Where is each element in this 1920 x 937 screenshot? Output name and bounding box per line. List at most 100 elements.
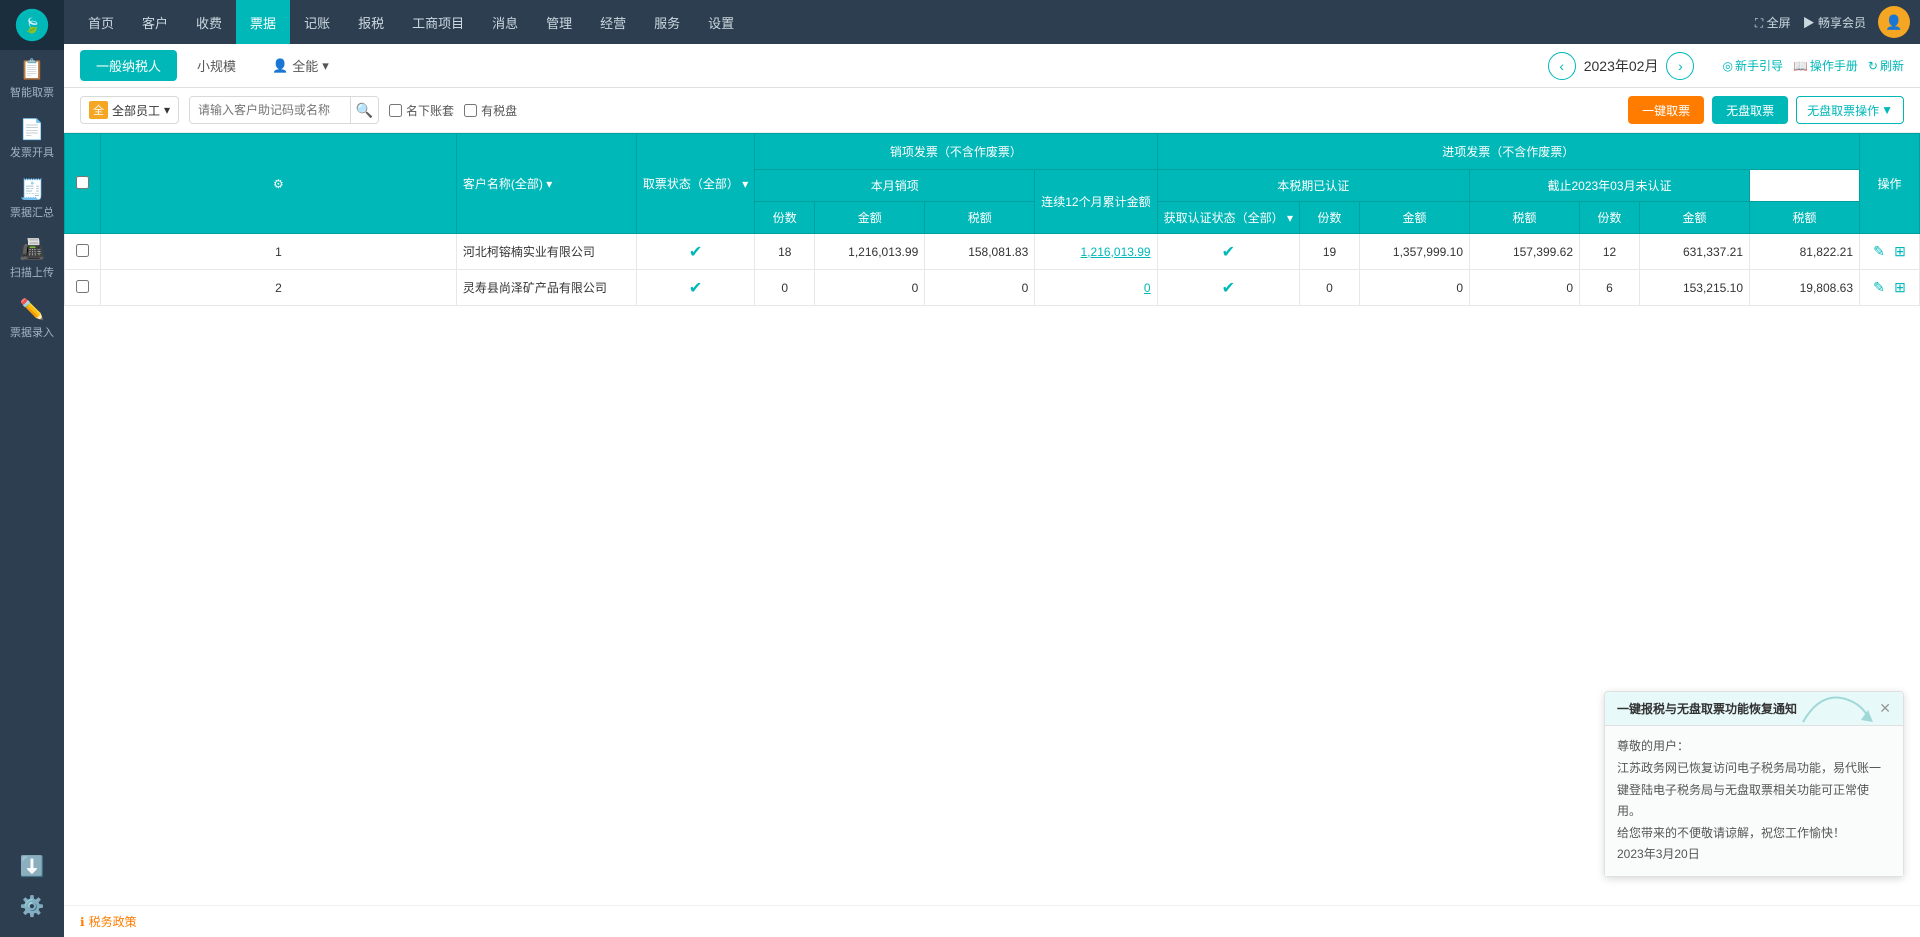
- no-disk-ops-btn[interactable]: 无盘取票操作 ▼: [1796, 96, 1904, 124]
- topnav-management[interactable]: 管理: [532, 0, 586, 44]
- data-entry-icon: ✏️: [20, 300, 45, 320]
- toolbar: 全 全部员工 ▾ 🔍 名下账套 有税盘 一键取票 无盘取票 无盘取票操作: [64, 88, 1920, 133]
- row-cumulative-1[interactable]: 0: [1035, 270, 1157, 306]
- table-gear-icon[interactable]: ⚙: [273, 177, 284, 191]
- topnav-settings[interactable]: 设置: [694, 0, 748, 44]
- col-settings-header: ⚙: [101, 134, 457, 234]
- employee-filter[interactable]: 全 全部员工 ▾: [80, 96, 179, 124]
- topnav-bookkeeping[interactable]: 记账: [290, 0, 344, 44]
- filter-chevron-icon: ▾: [164, 103, 170, 117]
- next-period-btn[interactable]: ›: [1666, 52, 1694, 80]
- row-checkbox-1: [65, 270, 101, 306]
- check-account-checkbox[interactable]: [389, 104, 402, 117]
- col-month-sales-header: 本月销项: [755, 170, 1035, 202]
- info-icon: ℹ: [80, 915, 85, 929]
- filter-tag: 全: [89, 101, 108, 119]
- row-tax3-1: 19,808.63: [1750, 270, 1860, 306]
- no-disk-fetch-btn[interactable]: 无盘取票: [1712, 96, 1788, 124]
- row-amount2-0: 1,357,999.10: [1360, 234, 1470, 270]
- row-index-0: 1: [101, 234, 457, 270]
- tab-all[interactable]: 👤 全能 ▾: [256, 50, 345, 81]
- col-operation-header: 操作: [1860, 134, 1920, 234]
- notification-body: 尊敬的用户： 江苏政务网已恢复访问电子税务局功能，易代账一键登陆电子税务局与无盘…: [1605, 726, 1903, 876]
- period-label: 2023年02月: [1584, 56, 1659, 76]
- row-cumulative-0[interactable]: 1,216,013.99: [1035, 234, 1157, 270]
- period-nav: ‹ 2023年02月 ›: [1548, 52, 1695, 80]
- row-checkbox-0: [65, 234, 101, 270]
- notification-close-btn[interactable]: ✕: [1879, 700, 1891, 717]
- sidebar-logo[interactable]: 🍃: [0, 0, 64, 50]
- check-account-label[interactable]: 名下账套: [389, 102, 454, 119]
- row-tax-1: 0: [925, 270, 1035, 306]
- topnav-customer[interactable]: 客户: [128, 0, 182, 44]
- topnav-invoice[interactable]: 票据: [236, 0, 290, 44]
- refresh-btn[interactable]: ↻ 刷新: [1868, 57, 1904, 74]
- view-icon-0[interactable]: ⊞: [1894, 243, 1906, 259]
- row-index-1: 2: [101, 270, 457, 306]
- row-amount2-1: 0: [1360, 270, 1470, 306]
- row-cert-status-0: ✔: [1157, 234, 1299, 270]
- notification-title: 一键报税与无盘取票功能恢复通知: [1617, 700, 1797, 717]
- topnav-home[interactable]: 首页: [74, 0, 128, 44]
- sidebar-item-settings[interactable]: ⚙️: [20, 887, 45, 927]
- toolbar-right: 一键取票 无盘取票 无盘取票操作 ▼: [1628, 96, 1904, 124]
- row-name-1: 灵寿县尚泽矿产品有限公司: [456, 270, 636, 306]
- vip-btn[interactable]: ▶ 畅享会员: [1803, 14, 1866, 31]
- row-count3-1: 6: [1580, 270, 1640, 306]
- edit-icon-1[interactable]: ✎: [1873, 279, 1885, 295]
- topnav-tax[interactable]: 报税: [344, 0, 398, 44]
- col-sales-tax-header: 税额: [925, 202, 1035, 234]
- table-body: 1 河北柯镕楠实业有限公司 ✔ 18 1,216,013.99 158,081.…: [65, 234, 1920, 306]
- topnav-message[interactable]: 消息: [478, 0, 532, 44]
- sidebar-item-scan-upload[interactable]: 📠 扫描上传: [0, 230, 64, 290]
- avatar[interactable]: 👤: [1878, 6, 1910, 38]
- new-guide-btn[interactable]: ◎ 新手引导: [1722, 57, 1783, 74]
- row-tax2-0: 157,399.62: [1470, 234, 1580, 270]
- edit-icon-0[interactable]: ✎: [1873, 243, 1885, 259]
- search-button[interactable]: 🔍: [350, 96, 378, 124]
- topnav-biz-project[interactable]: 工商项目: [398, 0, 478, 44]
- col-cert-status-header[interactable]: 获取认证状态（全部） ▾: [1157, 202, 1299, 234]
- settings-icon: ⚙️: [20, 897, 45, 917]
- col-checkbox-header: [65, 134, 101, 234]
- manual-btn[interactable]: 📖 操作手册: [1793, 57, 1858, 74]
- has-tax-disk-checkbox[interactable]: [464, 104, 477, 117]
- col-name-header[interactable]: 客户名称(全部) ▾: [456, 134, 636, 234]
- sidebar-item-issue-invoice[interactable]: 📄 发票开具: [0, 110, 64, 170]
- col-sales-count-header: 份数: [755, 202, 815, 234]
- row-check-1[interactable]: [76, 280, 89, 293]
- one-click-fetch-btn[interactable]: 一键取票: [1628, 96, 1704, 124]
- row-cert-status-1: ✔: [1157, 270, 1299, 306]
- topnav-collection[interactable]: 收费: [182, 0, 236, 44]
- main-table: ⚙ 客户名称(全部) ▾ 取票状态（全部） ▾ 销项发票（不含作废票）: [64, 133, 1920, 306]
- col-purch-amount-header: 金额: [1360, 202, 1470, 234]
- svg-text:🍃: 🍃: [23, 16, 41, 34]
- bottom-bar[interactable]: ℹ 税务政策: [64, 905, 1920, 937]
- row-count2-0: 19: [1300, 234, 1360, 270]
- topnav-service[interactable]: 服务: [640, 0, 694, 44]
- tab-general[interactable]: 一般纳税人: [80, 50, 177, 81]
- search-input[interactable]: [190, 96, 350, 124]
- col-uncert-tax-header: 税额: [1750, 202, 1860, 234]
- sidebar-item-invoice-summary[interactable]: 🧾 票据汇总: [0, 170, 64, 230]
- row-check-0[interactable]: [76, 244, 89, 257]
- prev-period-btn[interactable]: ‹: [1548, 52, 1576, 80]
- col-sales-group-header: 销项发票（不含作废票）: [755, 134, 1157, 170]
- notification-header: 一键报税与无盘取票功能恢复通知 ✕: [1605, 692, 1903, 726]
- notification-panel: 一键报税与无盘取票功能恢复通知 ✕ 尊敬的用户： 江苏政务网已恢复访问电子税务局…: [1604, 691, 1904, 877]
- select-all-checkbox[interactable]: [76, 176, 89, 189]
- table-row: 2 灵寿县尚泽矿产品有限公司 ✔ 0 0 0 0 ✔ 0 0 0 6 153,2…: [65, 270, 1920, 306]
- row-count3-0: 12: [1580, 234, 1640, 270]
- col-period-cert-header: 本税期已认证: [1157, 170, 1469, 202]
- sidebar-item-download[interactable]: ⬇️: [20, 847, 45, 887]
- name-filter-icon: ▾: [546, 177, 552, 191]
- row-tax3-0: 81,822.21: [1750, 234, 1860, 270]
- topnav-operation[interactable]: 经营: [586, 0, 640, 44]
- sidebar-item-data-entry[interactable]: ✏️ 票据录入: [0, 290, 64, 350]
- sidebar-item-smart-fetch[interactable]: 📋 智能取票: [0, 50, 64, 110]
- fullscreen-btn[interactable]: ⛶ 全屏: [1755, 14, 1791, 31]
- has-tax-disk-label[interactable]: 有税盘: [464, 102, 517, 119]
- col-fetch-status-header[interactable]: 取票状态（全部） ▾: [636, 134, 754, 234]
- tab-small[interactable]: 小规模: [181, 50, 252, 81]
- view-icon-1[interactable]: ⊞: [1894, 279, 1906, 295]
